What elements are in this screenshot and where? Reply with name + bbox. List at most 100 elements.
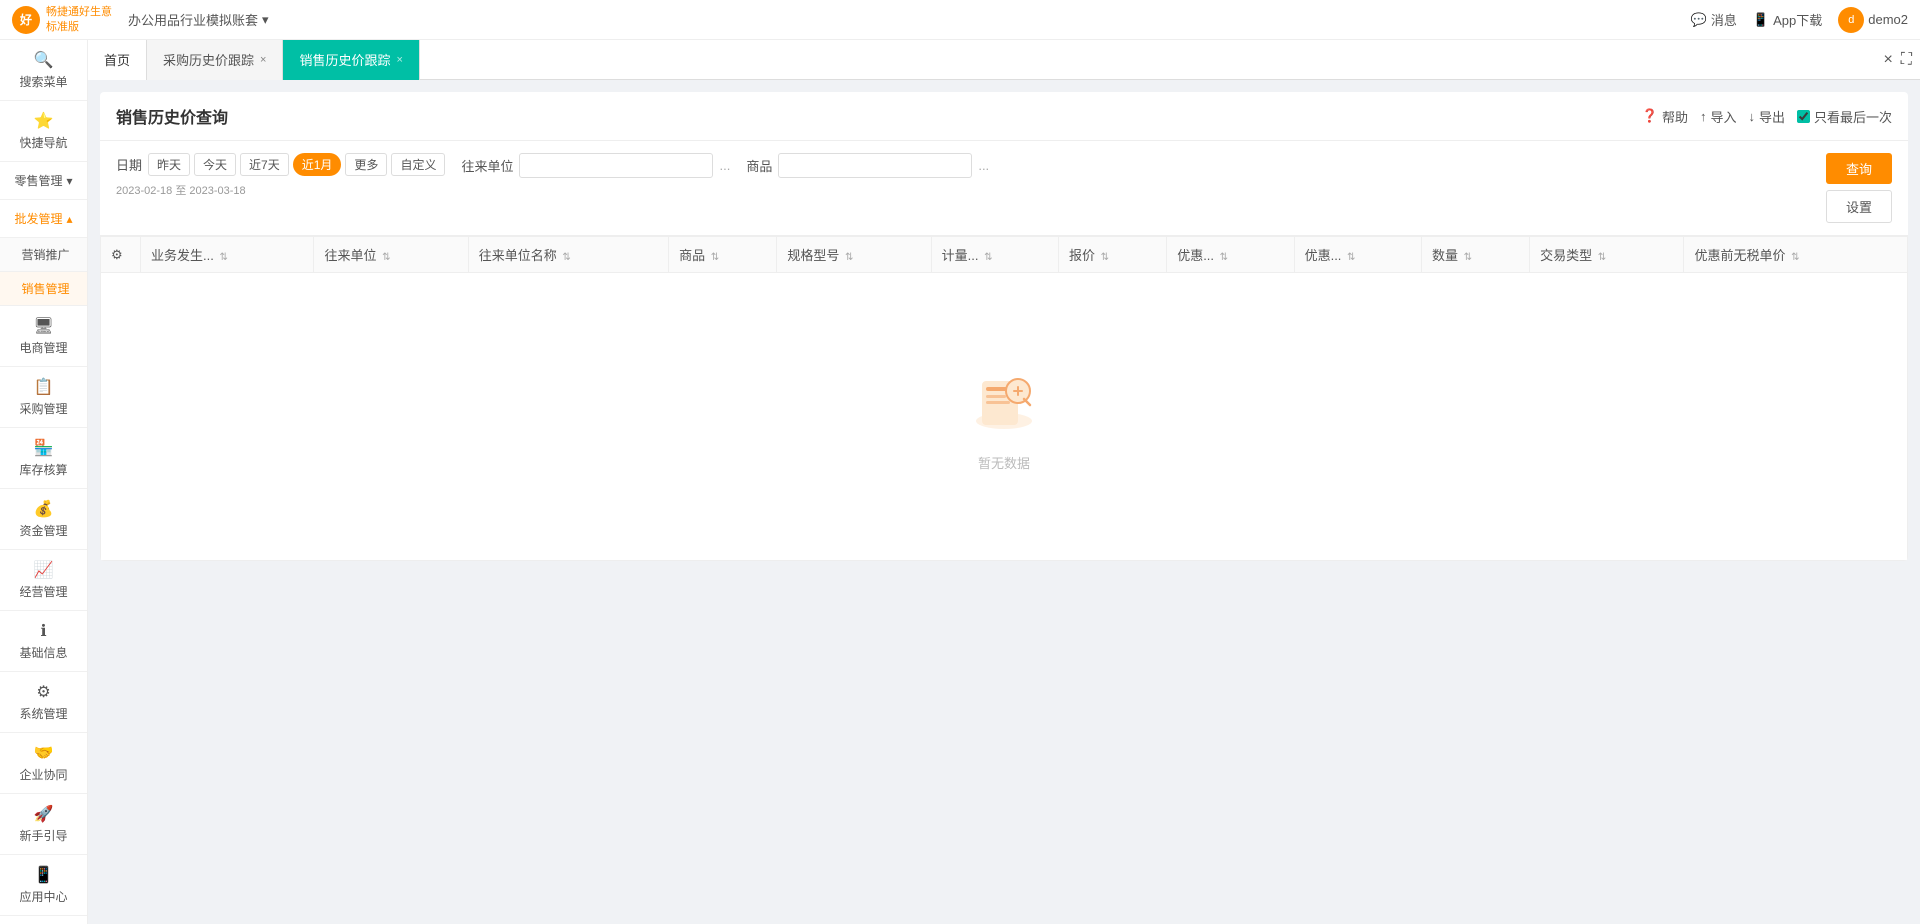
message-button[interactable]: 💬 消息: [1691, 10, 1737, 29]
sidebar-item-guide[interactable]: 🚀 新手引导: [0, 794, 87, 855]
sort-icon: ⇅: [845, 252, 853, 263]
page-panel: 销售历史价查询 ❓ 帮助 ↑ 导入 ↓ 导出: [100, 92, 1908, 561]
page-header-actions: ❓ 帮助 ↑ 导入 ↓ 导出 只看最后一次: [1642, 107, 1892, 126]
sidebar-item-inventory[interactable]: 🏪 库存核算: [0, 428, 87, 489]
date-btn-1month[interactable]: 近1月: [293, 153, 342, 176]
page-title: 销售历史价查询: [116, 104, 228, 128]
date-label: 日期: [116, 155, 142, 174]
header-right: 💬 消息 📱 App下载 d demo2: [1691, 7, 1908, 33]
sidebar-item-label: 电商管理: [19, 339, 67, 356]
app-selector[interactable]: 办公用品行业模拟账套 ▾: [120, 6, 277, 33]
date-btn-custom[interactable]: 自定义: [391, 153, 445, 176]
table-header-quote[interactable]: 报价 ⇅: [1059, 237, 1167, 273]
sidebar-item-purchase[interactable]: 📋 采购管理: [0, 367, 87, 428]
sidebar-item-label: 资金管理: [19, 522, 67, 539]
logo-area: 好 畅捷通好生意 标准版: [12, 5, 112, 34]
system-icon: ⚙: [36, 682, 50, 702]
close-all-tabs-button[interactable]: ×: [1883, 51, 1892, 69]
table-header-price-no-tax[interactable]: 优惠前无税单价 ⇅: [1684, 237, 1908, 273]
user-menu[interactable]: d demo2: [1838, 7, 1908, 33]
sidebar-item-search[interactable]: 🔍 搜索菜单: [0, 40, 87, 101]
sidebar-item-basic[interactable]: ℹ 基础信息: [0, 611, 87, 672]
sidebar-item-label: 库存核算: [19, 461, 67, 478]
product-dots-icon[interactable]: ...: [978, 158, 989, 173]
filter-product-field: 商品 ...: [746, 153, 989, 178]
fullscreen-button[interactable]: ⛶: [1901, 51, 1912, 69]
sort-icon: ⇅: [1347, 252, 1355, 263]
logo-text: 畅捷通好生意 标准版: [46, 5, 112, 34]
sort-icon: ⇅: [562, 252, 570, 263]
empty-state-icon: [964, 361, 1044, 441]
sidebar-item-finance[interactable]: 💰 资金管理: [0, 489, 87, 550]
star-icon: ⭐: [34, 111, 54, 131]
tab-purchase-history[interactable]: 采购历史价跟踪 ×: [147, 40, 283, 80]
table-header-trade-type[interactable]: 交易类型 ⇅: [1530, 237, 1684, 273]
only-last-checkbox-label[interactable]: 只看最后一次: [1797, 107, 1892, 126]
table-header-product[interactable]: 商品 ⇅: [669, 237, 777, 273]
sidebar-item-wholesale[interactable]: 批发管理 ▴: [0, 200, 87, 238]
query-button[interactable]: 查询: [1826, 153, 1892, 184]
filter-partner-field: 往来单位 ...: [461, 153, 730, 178]
sort-icon: ⇅: [219, 252, 227, 263]
sidebar-sub-wholesale: 营销推广 销售管理: [0, 238, 87, 306]
partner-dots-icon[interactable]: ...: [719, 158, 730, 173]
sort-icon: ⇅: [711, 252, 719, 263]
table-header-spec[interactable]: 规格型号 ⇅: [777, 237, 931, 273]
product-input[interactable]: [778, 153, 972, 178]
settings-button[interactable]: 设置: [1826, 190, 1892, 223]
sidebar-item-wechat[interactable]: 💬 企业微信: [0, 916, 87, 924]
filter-section: 日期 昨天 今天 近7天 近1月 更多 自定义 2023-02-18 至 202…: [100, 141, 1908, 236]
chevron-up-icon: ▴: [66, 212, 72, 226]
table-wrapper: ⚙ 业务发生... ⇅ 往来单位 ⇅: [100, 236, 1908, 561]
sort-icon: ⇅: [1598, 252, 1606, 263]
business-icon: 📈: [34, 560, 54, 580]
data-table: ⚙ 业务发生... ⇅ 往来单位 ⇅: [100, 236, 1908, 561]
export-icon: ↓: [1748, 109, 1755, 124]
table-header-partner[interactable]: 往来单位 ⇅: [314, 237, 468, 273]
only-last-checkbox[interactable]: [1797, 110, 1810, 123]
empty-text: 暂无数据: [978, 453, 1030, 472]
sidebar-item-ecommerce[interactable]: 🖥 电商管理: [0, 306, 87, 367]
sort-icon: ⇅: [984, 252, 992, 263]
chevron-down-icon: ▾: [66, 174, 72, 188]
search-icon: 🔍: [34, 50, 54, 70]
partner-input[interactable]: [519, 153, 713, 178]
table-header-quantity[interactable]: 数量 ⇅: [1421, 237, 1529, 273]
filter-date-top: 日期 昨天 今天 近7天 近1月 更多 自定义: [116, 153, 445, 176]
sidebar: 🔍 搜索菜单 ⭐ 快捷导航 零售管理 ▾ 批发管理 ▴ 营销推广 销售管理 🖥 …: [0, 40, 88, 924]
sidebar-item-system[interactable]: ⚙ 系统管理: [0, 672, 87, 733]
table-header-unit[interactable]: 计量... ⇅: [931, 237, 1058, 273]
export-button[interactable]: ↓ 导出: [1748, 107, 1785, 126]
sidebar-item-label: 经营管理: [19, 583, 67, 600]
close-tab-sales-icon[interactable]: ×: [396, 54, 402, 66]
tab-home[interactable]: 首页: [88, 40, 147, 80]
ecommerce-icon: 🖥: [33, 316, 53, 336]
table-header-biz-date[interactable]: 业务发生... ⇅: [141, 237, 314, 273]
app-download-button[interactable]: 📱 App下载: [1753, 10, 1822, 29]
sidebar-item-business[interactable]: 📈 经营管理: [0, 550, 87, 611]
date-btn-yesterday[interactable]: 昨天: [148, 153, 190, 176]
sidebar-item-apps[interactable]: 📱 应用中心: [0, 855, 87, 916]
page-content: 销售历史价查询 ❓ 帮助 ↑ 导入 ↓ 导出: [88, 80, 1920, 924]
tab-sales-history[interactable]: 销售历史价跟踪 ×: [283, 40, 419, 80]
sidebar-item-cooperation[interactable]: 🤝 企业协同: [0, 733, 87, 794]
sidebar-item-quick-nav[interactable]: ⭐ 快捷导航: [0, 101, 87, 162]
date-btn-more[interactable]: 更多: [345, 153, 387, 176]
sidebar-item-sales[interactable]: 销售管理: [0, 272, 87, 306]
close-tab-purchase-icon[interactable]: ×: [260, 54, 266, 66]
date-btn-today[interactable]: 今天: [194, 153, 236, 176]
sidebar-item-label: 快捷导航: [19, 134, 67, 151]
filter-actions: 查询 设置: [1826, 153, 1892, 223]
table-header-discount2[interactable]: 优惠... ⇅: [1294, 237, 1421, 273]
sort-icon: ⇅: [382, 252, 390, 263]
inventory-icon: 🏪: [34, 438, 54, 458]
table-header-discount1[interactable]: 优惠... ⇅: [1167, 237, 1294, 273]
sidebar-item-marketing[interactable]: 营销推广: [0, 238, 87, 272]
import-button[interactable]: ↑ 导入: [1700, 107, 1737, 126]
table-header-partner-name[interactable]: 往来单位名称 ⇅: [468, 237, 668, 273]
date-btn-7days[interactable]: 近7天: [240, 153, 289, 176]
sidebar-item-retail[interactable]: 零售管理 ▾: [0, 162, 87, 200]
sidebar-item-label: 搜索菜单: [19, 73, 67, 90]
help-button[interactable]: ❓ 帮助: [1642, 107, 1688, 126]
table-header-settings[interactable]: ⚙: [101, 237, 141, 273]
